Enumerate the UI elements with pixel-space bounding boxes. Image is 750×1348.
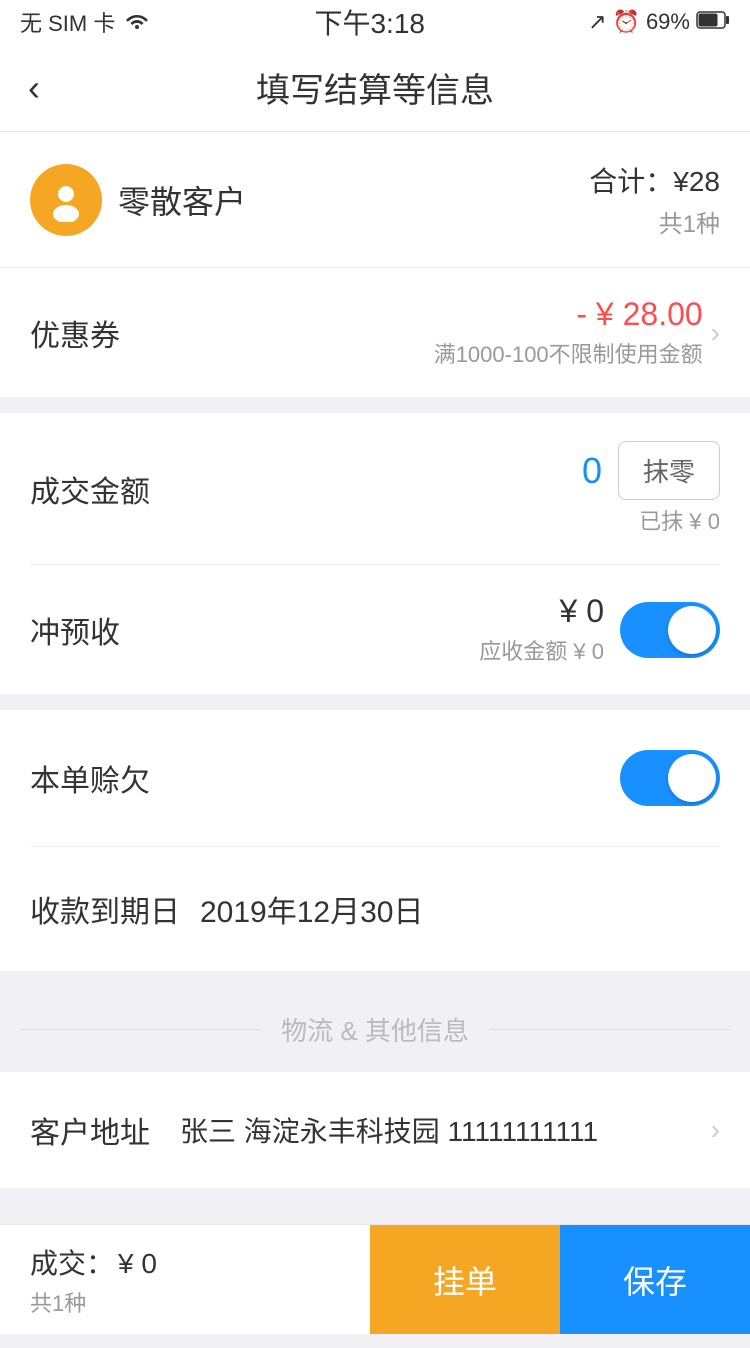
deal-amount-row: 成交金额 0 抹零 已抹 ¥ 0 [30,413,720,565]
coupon-discount: - ¥ 28.00 [434,296,703,333]
deal-amount-label: 成交金额 [30,467,150,511]
no-sim-label: 无 SIM 卡 [20,6,115,38]
debt-section: 本单赊欠 收款到期日 2019年12月30日 [0,710,750,971]
bottom-deal-label: 成交： [30,1242,114,1282]
nav-bar: ‹ 填写结算等信息 [0,44,750,132]
customer-name: 零散客户 [118,177,246,223]
logistics-text: 物流 & 其他信息 [281,1011,469,1048]
status-time: 下午3:18 [314,2,425,42]
status-right: ↗ ⏰ 69% [588,9,730,35]
customer-row: 零散客户 合计：¥28 共1种 [0,132,750,267]
status-left: 无 SIM 卡 [20,6,151,38]
address-section: 客户地址 张三 海淀永丰科技园 11111111111 › [0,1072,750,1188]
deal-amount-value: 0 [562,450,602,492]
debt-toggle[interactable] [620,750,720,806]
deal-amount-right: 0 抹零 [562,441,720,500]
save-label: 保存 [623,1257,687,1303]
customer-left: 零散客户 [30,164,246,236]
prereceive-row: 冲预收 ¥ 0 应收金额 ¥ 0 [30,565,720,694]
coupon-desc: 满1000-100不限制使用金额 [434,337,703,369]
duedate-label: 收款到期日 [30,887,180,931]
prereceive-sub: 应收金额 ¥ 0 [479,634,604,666]
prereceive-toggle[interactable] [620,602,720,658]
bottom-deal-amount: ¥ 0 [118,1248,157,1280]
duedate-value: 2019年12月30日 [200,887,423,931]
coupon-row[interactable]: 优惠券 - ¥ 28.00 满1000-100不限制使用金额 › [0,267,750,397]
divider-line-right [489,1029,730,1030]
coupon-label: 优惠券 [30,311,120,355]
battery-icon [696,9,730,35]
location-icon: ↗ [588,9,606,35]
address-chevron-icon: › [711,1114,720,1146]
battery-percent: 69% [646,9,690,35]
customer-avatar [30,164,102,236]
status-bar: 无 SIM 卡 下午3:18 ↗ ⏰ 69% [0,0,750,44]
divider-line-left [20,1029,261,1030]
customer-count: 共1种 [589,204,720,239]
prereceive-amount: ¥ 0 [479,593,604,630]
hangup-button[interactable]: 挂单 [370,1225,560,1334]
bottom-bar: 成交： ¥ 0 共1种 挂单 保存 [0,1224,750,1334]
round-button[interactable]: 抹零 [618,441,720,500]
address-label: 客户地址 [30,1108,150,1152]
debt-label: 本单赊欠 [30,756,150,800]
debt-toggle-thumb [668,754,716,802]
debt-row: 本单赊欠 [30,710,720,847]
toggle-thumb [668,606,716,654]
coupon-right: - ¥ 28.00 满1000-100不限制使用金额 › [434,296,720,369]
address-value: 张三 海淀永丰科技园 11111111111 [180,1110,711,1150]
address-row[interactable]: 客户地址 张三 海淀永丰科技园 11111111111 › [30,1072,720,1188]
hangup-label: 挂单 [433,1257,497,1303]
bottom-deal-line: 成交： ¥ 0 [30,1242,340,1282]
customer-section: 零散客户 合计：¥28 共1种 优惠券 - ¥ 28.00 满1000-100不… [0,132,750,397]
nav-title: 填写结算等信息 [256,63,494,112]
wifi-icon [123,9,151,35]
prereceive-label: 冲预收 [30,608,120,652]
deal-section: 成交金额 0 抹零 已抹 ¥ 0 冲预收 ¥ 0 应收金额 ¥ 0 [0,413,750,694]
alarm-icon: ⏰ [613,9,640,35]
prereceive-info: ¥ 0 应收金额 ¥ 0 [479,593,604,666]
back-button[interactable]: ‹ [28,67,40,109]
duedate-row: 收款到期日 2019年12月30日 [30,847,720,971]
customer-right: 合计：¥28 共1种 [589,160,720,239]
customer-total: 合计：¥28 [589,160,720,200]
bottom-count: 共1种 [30,1286,340,1318]
bottom-info: 成交： ¥ 0 共1种 [0,1225,370,1334]
save-button[interactable]: 保存 [560,1225,750,1334]
prereceive-right: ¥ 0 应收金额 ¥ 0 [479,593,720,666]
coupon-chevron-icon: › [711,317,720,349]
deal-sub: 已抹 ¥ 0 [639,504,720,536]
logistics-divider: 物流 & 其他信息 [0,987,750,1072]
coupon-info: - ¥ 28.00 满1000-100不限制使用金额 [434,296,703,369]
